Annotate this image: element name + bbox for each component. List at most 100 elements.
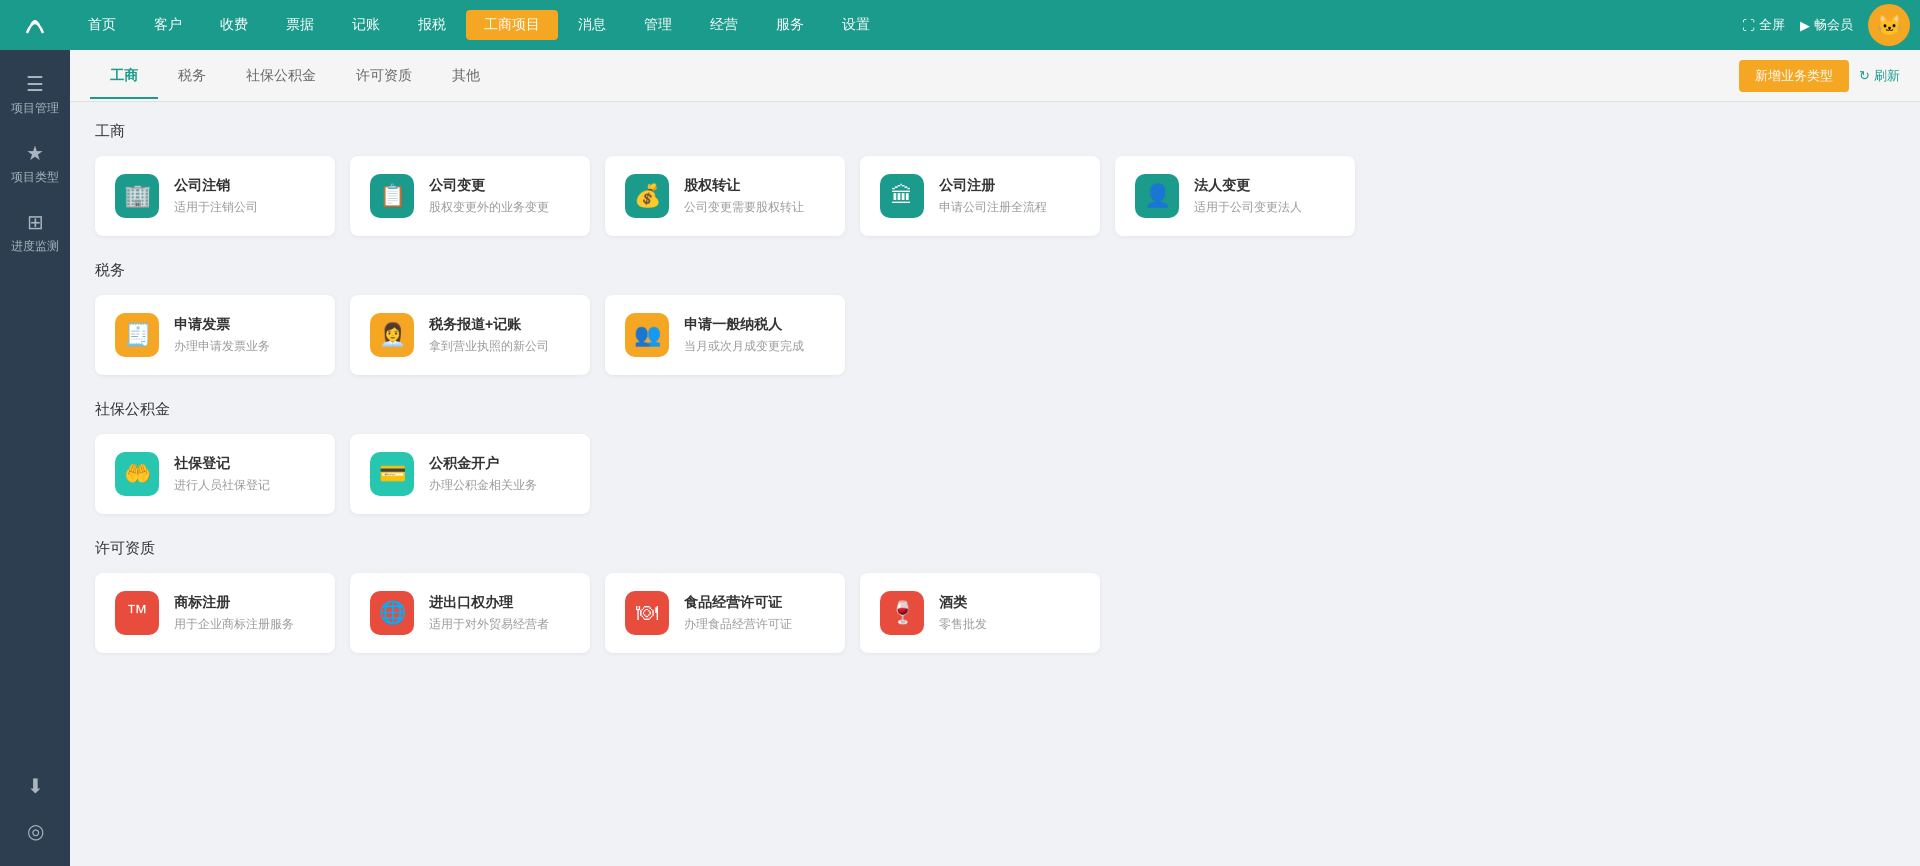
card-title: 税务报道+记账 (429, 316, 549, 334)
sidebar-item-progress-monitor-label: 进度监测 (11, 238, 59, 255)
card-content-商标注册: 商标注册用于企业商标注册服务 (174, 594, 294, 633)
service-card-公积金开户[interactable]: 💳 公积金开户办理公积金相关业务 (350, 434, 590, 514)
service-card-法人变更[interactable]: 👤 法人变更适用于公司变更法人 (1115, 156, 1355, 236)
tab-other[interactable]: 其他 (432, 53, 500, 99)
card-title: 法人变更 (1194, 177, 1302, 195)
card-icon-社保登记: 🤲 (115, 452, 159, 496)
card-grid-社保公积金: 🤲 社保登记进行人员社保登记 💳 公积金开户办理公积金相关业务 (95, 434, 1895, 514)
refresh-button[interactable]: ↻ 刷新 (1859, 67, 1900, 85)
mascot-avatar: 🐱 (1868, 4, 1910, 46)
card-desc: 适用于注销公司 (174, 199, 258, 216)
card-icon-申请发票: 🧾 (115, 313, 159, 357)
service-card-商标注册[interactable]: ™ 商标注册用于企业商标注册服务 (95, 573, 335, 653)
card-title: 酒类 (939, 594, 987, 612)
service-card-股权转让[interactable]: 💰股权转让公司变更需要股权转让 (605, 156, 845, 236)
card-content-社保登记: 社保登记进行人员社保登记 (174, 455, 270, 494)
card-icon-税务报道+记账: 👩‍💼 (370, 313, 414, 357)
location-icon[interactable]: ◎ (19, 811, 52, 851)
service-card-申请一般纳税人[interactable]: 👥申请一般纳税人当月或次月成变更完成 (605, 295, 845, 375)
nav-item-消息[interactable]: 消息 (560, 10, 624, 40)
card-icon-公积金开户: 💳 (370, 452, 414, 496)
card-content-公积金开户: 公积金开户办理公积金相关业务 (429, 455, 537, 494)
fullscreen-btn[interactable]: ⛶ 全屏 (1742, 16, 1785, 34)
card-icon-食品经营许可证: 🍽 (625, 591, 669, 635)
nav-item-首页[interactable]: 首页 (70, 10, 134, 40)
card-title: 公积金开户 (429, 455, 537, 473)
nav-item-收费[interactable]: 收费 (202, 10, 266, 40)
card-content-申请一般纳税人: 申请一般纳税人当月或次月成变更完成 (684, 316, 804, 355)
card-desc: 办理公积金相关业务 (429, 477, 537, 494)
card-desc: 当月或次月成变更完成 (684, 338, 804, 355)
card-title: 申请发票 (174, 316, 270, 334)
service-card-进出口权办理[interactable]: 🌐进出口权办理适用于对外贸易经营者 (350, 573, 590, 653)
service-card-公司注销[interactable]: 🏢公司注销适用于注销公司 (95, 156, 335, 236)
card-content-公司变更: 公司变更股权变更外的业务变更 (429, 177, 549, 216)
service-card-酒类[interactable]: 🍷酒类零售批发 (860, 573, 1100, 653)
nav-item-管理[interactable]: 管理 (626, 10, 690, 40)
card-content-进出口权办理: 进出口权办理适用于对外贸易经营者 (429, 594, 549, 633)
tab-shuiwu[interactable]: 税务 (158, 53, 226, 99)
service-card-公司注册[interactable]: 🏛 公司注册申请公司注册全流程 (860, 156, 1100, 236)
nav-item-记账[interactable]: 记账 (334, 10, 398, 40)
tab-bar: 工商 税务 社保公积金 许可资质 其他 新增业务类型 ↻ 刷新 (70, 50, 1920, 102)
section-title: 社保公积金 (95, 400, 1895, 419)
refresh-label: 刷新 (1874, 67, 1900, 85)
card-desc: 办理食品经营许可证 (684, 616, 792, 633)
fullscreen-label: 全屏 (1759, 16, 1785, 34)
nav-item-服务[interactable]: 服务 (758, 10, 822, 40)
card-icon-法人变更: 👤 (1135, 174, 1179, 218)
card-title: 进出口权办理 (429, 594, 549, 612)
section-title: 工商 (95, 122, 1895, 141)
card-content-酒类: 酒类零售批发 (939, 594, 987, 633)
card-desc: 用于企业商标注册服务 (174, 616, 294, 633)
sidebar-item-project-management[interactable]: ☰ 项目管理 (0, 60, 70, 129)
nav-item-票据[interactable]: 票据 (268, 10, 332, 40)
fullscreen-icon: ⛶ (1742, 18, 1755, 33)
refresh-icon: ↻ (1859, 68, 1870, 83)
main-layout: ☰ 项目管理 ★ 项目类型 ⊞ 进度监测 ⬇ ◎ 工商 税务 社保公积金 许可资… (0, 50, 1920, 866)
tab-actions: 新增业务类型 ↻ 刷新 (1739, 60, 1900, 92)
download-icon[interactable]: ⬇ (19, 766, 52, 806)
nav-item-报税[interactable]: 报税 (400, 10, 464, 40)
sidebar-item-progress-monitor[interactable]: ⊞ 进度监测 (0, 198, 70, 267)
play-icon: ▶ (1800, 18, 1810, 33)
card-title: 公司注销 (174, 177, 258, 195)
tab-xuke[interactable]: 许可资质 (336, 53, 432, 99)
card-icon-公司注册: 🏛 (880, 174, 924, 218)
sidebar-item-project-type[interactable]: ★ 项目类型 (0, 129, 70, 198)
nav-item-工商项目[interactable]: 工商项目 (466, 10, 558, 40)
project-type-icon: ★ (26, 141, 44, 165)
card-content-申请发票: 申请发票办理申请发票业务 (174, 316, 270, 355)
new-type-button[interactable]: 新增业务类型 (1739, 60, 1849, 92)
service-card-食品经营许可证[interactable]: 🍽 食品经营许可证办理食品经营许可证 (605, 573, 845, 653)
nav-item-经营[interactable]: 经营 (692, 10, 756, 40)
card-title: 商标注册 (174, 594, 294, 612)
member-btn[interactable]: ▶ 畅会员 (1800, 16, 1853, 34)
card-title: 公司注册 (939, 177, 1047, 195)
card-desc: 股权变更外的业务变更 (429, 199, 549, 216)
sidebar-bottom: ⬇ ◎ (19, 766, 52, 866)
section-许可资质: 许可资质 ™ 商标注册用于企业商标注册服务 🌐进出口权办理适用于对外贸易经营者 🍽 食品经… (95, 539, 1895, 653)
card-desc: 办理申请发票业务 (174, 338, 270, 355)
card-icon-商标注册: ™ (115, 591, 159, 635)
tab-shebao[interactable]: 社保公积金 (226, 53, 336, 99)
section-title: 许可资质 (95, 539, 1895, 558)
section-社保公积金: 社保公积金 🤲 社保登记进行人员社保登记 💳 公积金开户办理公积金相关业务 (95, 400, 1895, 514)
card-content-税务报道+记账: 税务报道+记账拿到营业执照的新公司 (429, 316, 549, 355)
section-工商: 工商🏢公司注销适用于注销公司📋公司变更股权变更外的业务变更💰股权转让公司变更需要… (95, 122, 1895, 236)
nav-item-客户[interactable]: 客户 (136, 10, 200, 40)
card-content-食品经营许可证: 食品经营许可证办理食品经营许可证 (684, 594, 792, 633)
section-税务: 税务🧾申请发票办理申请发票业务👩‍💼税务报道+记账拿到营业执照的新公司👥申请一般… (95, 261, 1895, 375)
card-desc: 申请公司注册全流程 (939, 199, 1047, 216)
nav-item-设置[interactable]: 设置 (824, 10, 888, 40)
service-card-公司变更[interactable]: 📋公司变更股权变更外的业务变更 (350, 156, 590, 236)
service-card-申请发票[interactable]: 🧾 申请发票办理申请发票业务 (95, 295, 335, 375)
tab-gongshang[interactable]: 工商 (90, 53, 158, 99)
card-title: 申请一般纳税人 (684, 316, 804, 334)
card-desc: 零售批发 (939, 616, 987, 633)
project-management-icon: ☰ (26, 72, 44, 96)
card-content-股权转让: 股权转让公司变更需要股权转让 (684, 177, 804, 216)
card-content-法人变更: 法人变更适用于公司变更法人 (1194, 177, 1302, 216)
service-card-税务报道+记账[interactable]: 👩‍💼 税务报道+记账拿到营业执照的新公司 (350, 295, 590, 375)
service-card-社保登记[interactable]: 🤲 社保登记进行人员社保登记 (95, 434, 335, 514)
